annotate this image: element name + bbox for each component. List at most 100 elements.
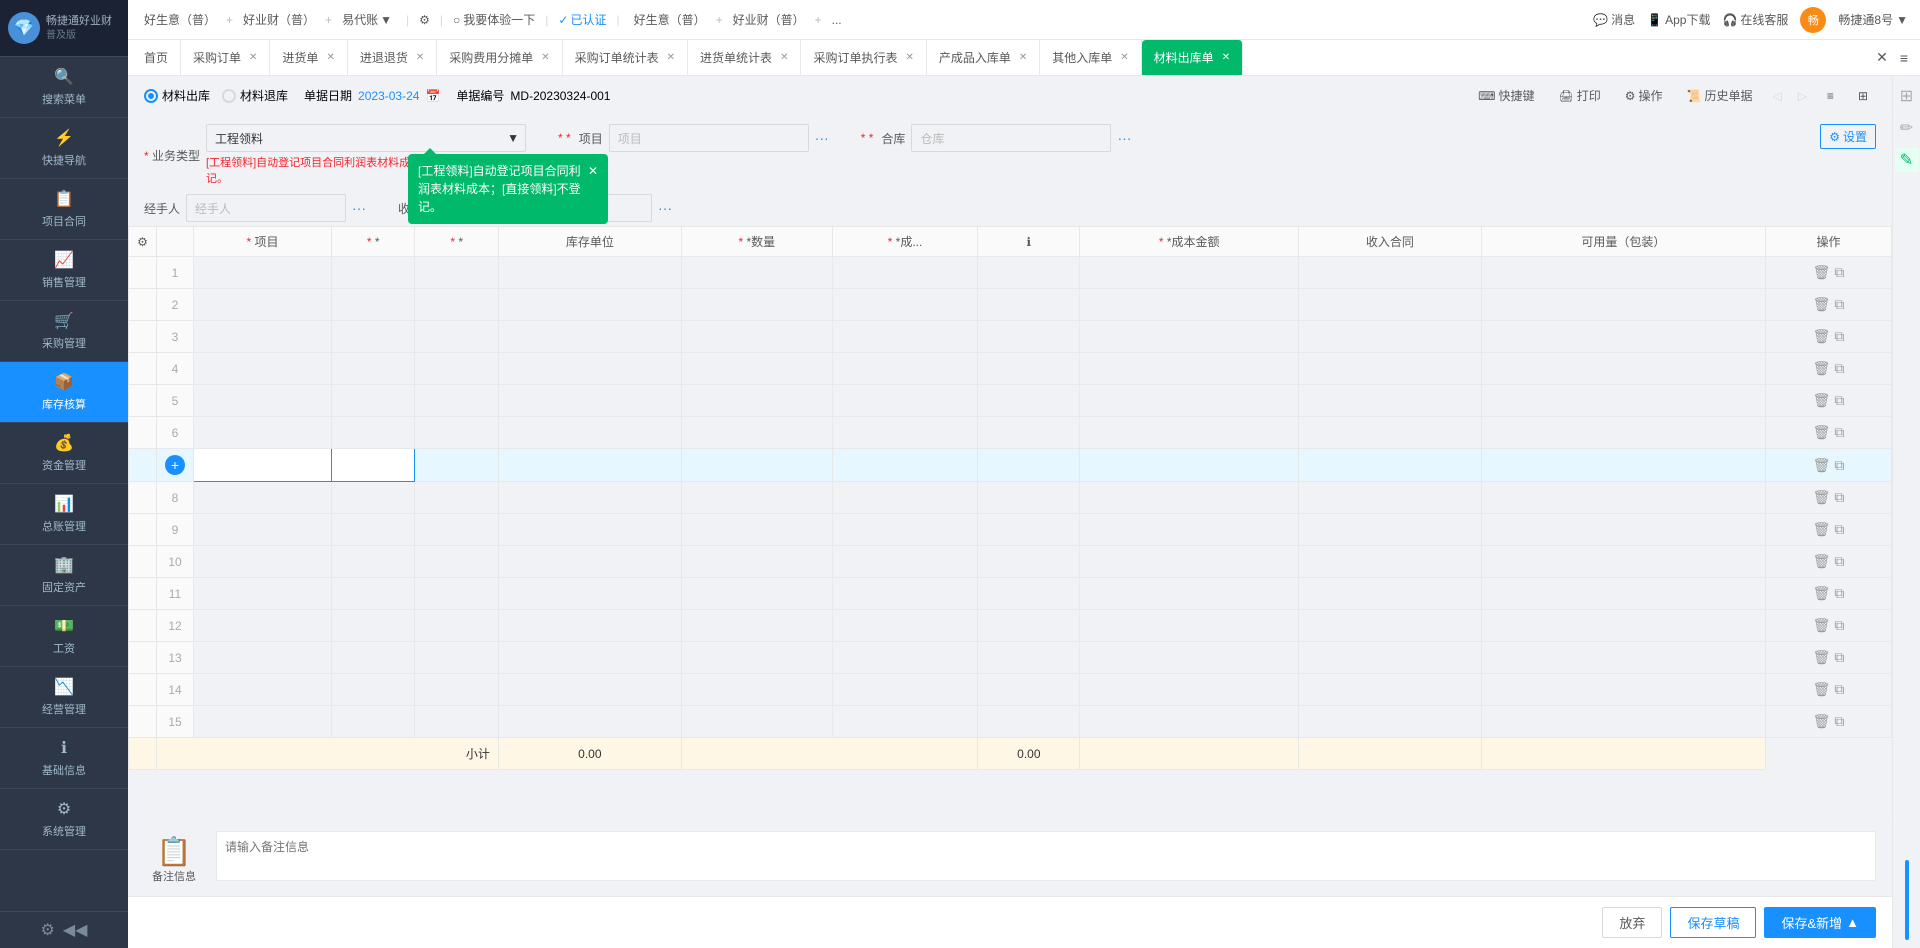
cell-project[interactable] [194,514,332,546]
cell-income-contract[interactable] [1298,385,1481,417]
cell-cost[interactable] [832,449,977,482]
cell-cost-amount[interactable] [1080,610,1299,642]
cell-available[interactable] [1481,385,1765,417]
cell-project[interactable] [194,642,332,674]
cell-spec[interactable] [415,642,499,674]
cell-cost-amount[interactable] [1080,385,1299,417]
sidebar-item-management[interactable]: 📉 经营管理 [0,667,128,728]
cell-unit[interactable] [498,417,681,449]
username-btn[interactable]: 畅捷通8号 ▼ [1838,11,1908,28]
tab-home[interactable]: 首页 [132,40,181,76]
cell-qty[interactable] [681,353,832,385]
cell-income-contract[interactable] [1298,257,1481,289]
tab-inbound-stats[interactable]: 进货单统计表 ✕ [688,40,801,76]
cell-income-contract[interactable] [1298,546,1481,578]
online-service-btn[interactable]: 🎧 在线客服 [1722,11,1788,28]
cell-available[interactable] [1481,449,1765,482]
message-btn[interactable]: 💬 消息 [1593,11,1635,28]
cell-project[interactable] [194,706,332,738]
delete-row-btn[interactable]: 🗑 [1813,489,1831,506]
cell-material[interactable] [331,610,415,642]
row-settings[interactable] [129,257,157,289]
cell-available[interactable] [1481,257,1765,289]
cell-available[interactable] [1481,546,1765,578]
tab-purchase-exec[interactable]: 采购订单执行表 ✕ [801,40,926,76]
cell-qty[interactable] [681,385,832,417]
cell-income-contract[interactable] [1298,417,1481,449]
cell-available[interactable] [1481,289,1765,321]
row-settings[interactable] [129,514,157,546]
tab-close-material[interactable]: ✕ [1222,52,1230,63]
nav-link-extra2[interactable]: 好业财（普） [729,11,809,28]
cell-available[interactable] [1481,417,1765,449]
cell-qty[interactable] [681,417,832,449]
cell-cost-info[interactable] [978,353,1080,385]
cell-project[interactable] [194,578,332,610]
quick-key-btn[interactable]: ⌨ 快捷键 [1470,84,1542,107]
cell-unit[interactable] [498,385,681,417]
cell-available[interactable] [1481,353,1765,385]
income-contract-lookup-btn[interactable]: ··· [658,200,672,216]
cell-available[interactable] [1481,642,1765,674]
cell-spec[interactable] [415,257,499,289]
warehouse-lookup-btn[interactable]: ··· [1117,130,1131,146]
tab-purchase-order[interactable]: 采购订单 ✕ [181,40,270,76]
cell-available[interactable] [1481,610,1765,642]
cell-cost-amount[interactable] [1080,578,1299,610]
discard-btn[interactable]: 放弃 [1602,907,1662,938]
cell-cost-amount[interactable] [1080,674,1299,706]
cell-cost-amount[interactable] [1080,449,1299,482]
cell-cost[interactable] [832,321,977,353]
cell-material[interactable] [331,706,415,738]
cell-unit[interactable] [498,642,681,674]
cell-material[interactable] [331,674,415,706]
cell-cost-info[interactable] [978,642,1080,674]
row-settings[interactable] [129,578,157,610]
row-settings[interactable] [129,642,157,674]
cell-cost-info[interactable] [978,674,1080,706]
cell-cost-info[interactable] [978,546,1080,578]
copy-row-btn[interactable]: ⧉ [1834,457,1844,474]
row-settings[interactable] [129,417,157,449]
delete-row-btn[interactable]: 🗑 [1813,296,1831,313]
list-view-btn[interactable]: ≡ [1819,86,1842,106]
radio-material-out[interactable]: 材料出库 [144,87,210,104]
cell-qty[interactable] [681,482,832,514]
sidebar-item-ledger[interactable]: 📊 总账管理 [0,484,128,545]
business-type-select[interactable]: 工程领料 ▼ [206,124,526,152]
cell-material[interactable] [331,321,415,353]
copy-row-btn[interactable]: ⧉ [1834,296,1844,313]
row-settings[interactable] [129,610,157,642]
cell-unit[interactable] [498,257,681,289]
nav-experience-btn[interactable]: ○ 我要体验一下 [453,11,535,28]
cell-material[interactable] [331,642,415,674]
cell-qty[interactable] [681,514,832,546]
tab-close-all-btn[interactable]: ✕ [1872,45,1892,70]
row-settings[interactable] [129,321,157,353]
cell-cost-info[interactable] [978,321,1080,353]
handler-lookup-btn[interactable]: ··· [352,200,366,216]
copy-row-btn[interactable]: ⧉ [1834,649,1844,666]
nav-settings-btn[interactable]: ⚙ [419,13,430,27]
row-settings[interactable] [129,289,157,321]
cell-spec[interactable] [415,674,499,706]
tab-close-finished[interactable]: ✕ [1019,52,1027,63]
tab-expense-split[interactable]: 采购费用分摊单 ✕ [437,40,562,76]
cell-cost-amount[interactable] [1080,417,1299,449]
cell-qty[interactable] [681,674,832,706]
cell-cost[interactable] [832,642,977,674]
tooltip-close-btn[interactable]: ✕ [588,162,598,180]
cell-spec[interactable] [415,610,499,642]
delete-row-btn[interactable]: 🗑 [1813,392,1831,409]
cell-cost-info[interactable] [978,482,1080,514]
cell-material[interactable] [331,578,415,610]
cell-qty[interactable] [681,321,832,353]
copy-row-btn[interactable]: ⧉ [1834,585,1844,602]
cell-qty[interactable] [681,610,832,642]
cell-qty[interactable] [681,578,832,610]
cell-cost[interactable] [832,674,977,706]
cell-material[interactable] [331,417,415,449]
cell-spec[interactable] [415,289,499,321]
cell-cost[interactable] [832,578,977,610]
delete-row-btn[interactable]: 🗑 [1813,328,1831,345]
